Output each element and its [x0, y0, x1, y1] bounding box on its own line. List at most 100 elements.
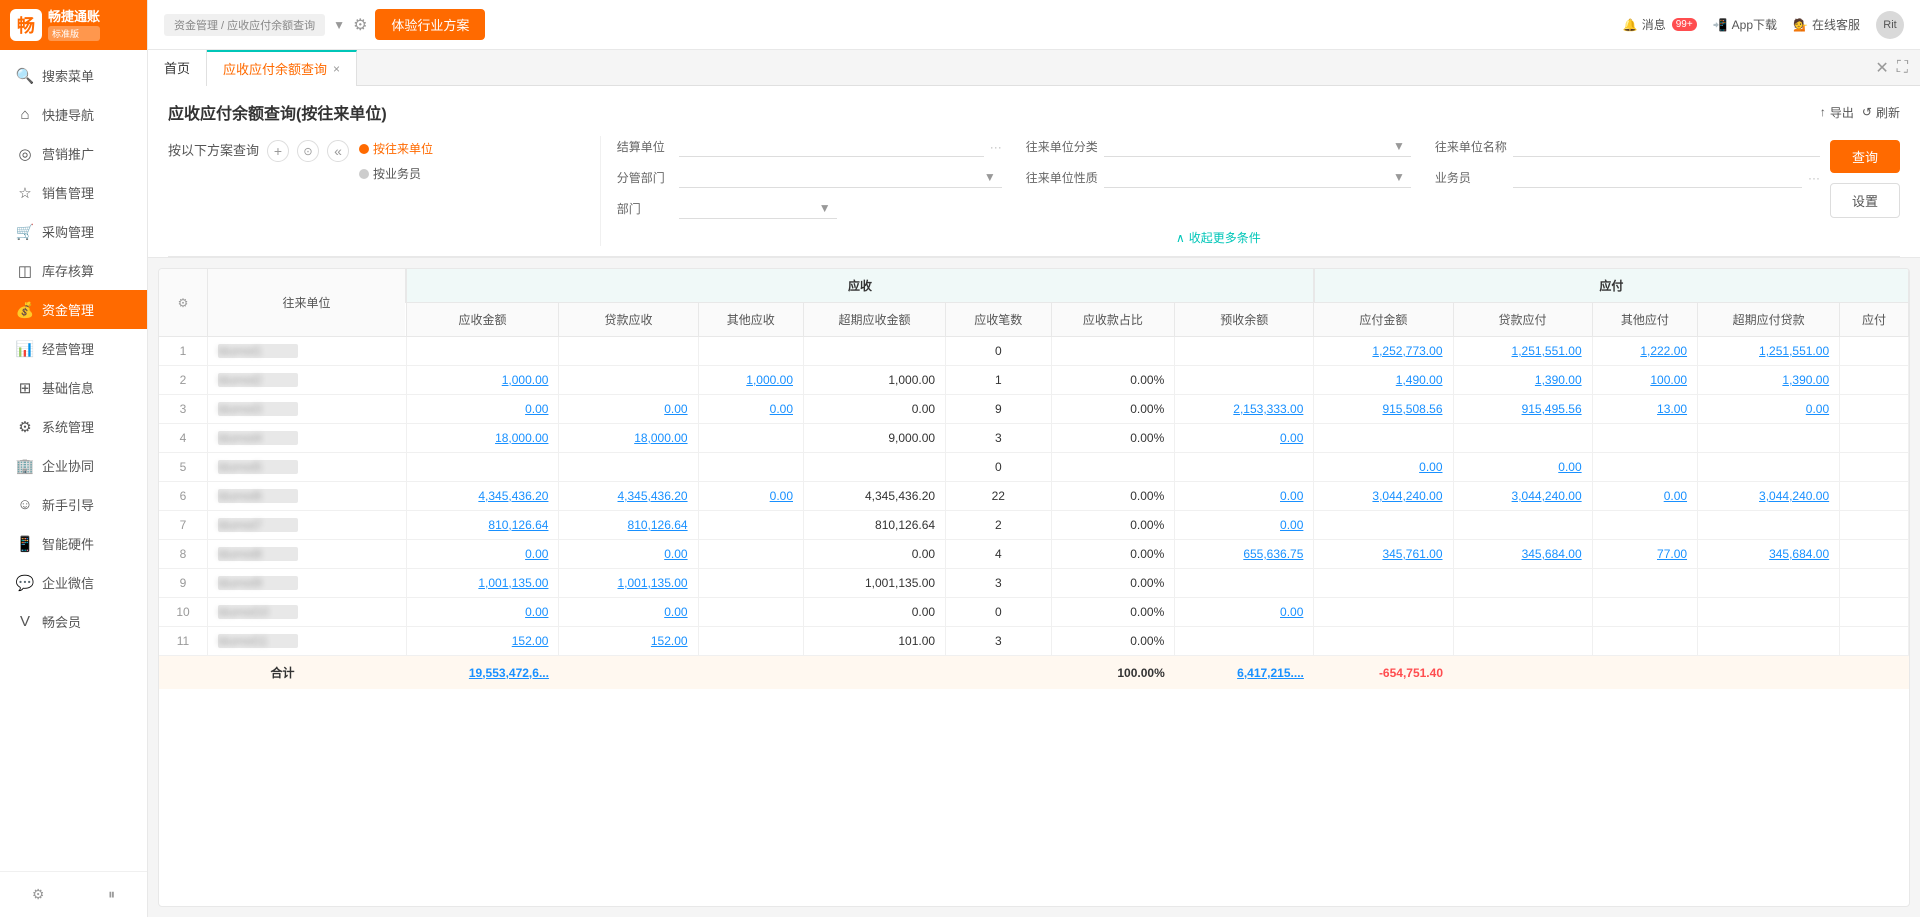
row-yingfu-je[interactable]: 345,761.00	[1314, 540, 1453, 569]
sidebar-item-inventory[interactable]: ◫ 库存核算	[0, 251, 147, 290]
table-settings-icon[interactable]: ⚙	[169, 289, 197, 317]
tab-expand-icon[interactable]: ⛶	[1897, 59, 1908, 77]
tab-query[interactable]: 应收应付余额查询 ×	[207, 50, 357, 86]
row-chaoqi-yf[interactable]: 1,390.00	[1698, 366, 1840, 395]
row-daikuan-yf[interactable]: 0.00	[1453, 453, 1592, 482]
row-bishu: 3	[946, 627, 1051, 656]
filter-more-btn[interactable]: «	[327, 140, 349, 162]
row-chaoqi-yf[interactable]: 3,044,240.00	[1698, 482, 1840, 511]
sidebar-item-wechat[interactable]: 💬 企业微信	[0, 563, 147, 602]
scheme-inactive-item[interactable]: 按业务员	[359, 161, 600, 186]
gear-icon[interactable]: ⚙	[353, 15, 367, 35]
row-qita-ys[interactable]: 0.00	[698, 395, 803, 424]
row-daikuan-ys[interactable]: 0.00	[559, 598, 698, 627]
row-daikuan-yf[interactable]: 915,495.56	[1453, 395, 1592, 424]
row-yingshou-je[interactable]: 18,000.00	[406, 424, 559, 453]
footer-daikuan-ys	[559, 656, 698, 690]
row-qita-ys[interactable]: 0.00	[698, 482, 803, 511]
sidebar-settings-btn[interactable]: ⚙	[24, 882, 53, 907]
sidebar-item-search[interactable]: 🔍 搜索菜单	[0, 56, 147, 95]
row-yingshou-je[interactable]: 0.00	[406, 395, 559, 424]
row-yingshou-je[interactable]: 1,000.00	[406, 366, 559, 395]
msg-btn[interactable]: 🔔 消息 99+	[1623, 16, 1697, 33]
row-yushou[interactable]: 0.00	[1175, 482, 1314, 511]
row-qita-yf[interactable]: 100.00	[1592, 366, 1697, 395]
tab-close-icon[interactable]: ×	[333, 62, 340, 76]
sidebar-item-guide[interactable]: ☺ 新手引导	[0, 485, 147, 524]
filter-scheme-btn[interactable]: ⊙	[297, 140, 319, 162]
app-download-btn[interactable]: 📲 App下载	[1713, 16, 1777, 33]
sidebar-item-finance[interactable]: 💰 资金管理	[0, 290, 147, 329]
sidebar-item-quick[interactable]: ⌂ 快捷导航	[0, 95, 147, 134]
row-yingfu-je[interactable]: 1,490.00	[1314, 366, 1453, 395]
row-daikuan-ys[interactable]: 152.00	[559, 627, 698, 656]
filter-add-btn[interactable]: +	[267, 140, 289, 162]
row-yingshou-je[interactable]: 4,345,436.20	[406, 482, 559, 511]
sidebar-item-operation[interactable]: 📊 经营管理	[0, 329, 147, 368]
setting-btn[interactable]: 设置	[1830, 183, 1900, 218]
row-daikuan-yf[interactable]: 3,044,240.00	[1453, 482, 1592, 511]
sidebar-item-system[interactable]: ⚙ 系统管理	[0, 407, 147, 446]
dots-yewuyuan[interactable]: ···	[1808, 171, 1820, 185]
service-btn[interactable]: 💁 在线客服	[1793, 16, 1860, 33]
input-wanglaiming[interactable]	[1513, 136, 1820, 157]
select-wanglaixingzhi[interactable]: ▼	[1104, 167, 1411, 188]
tab-close-window-icon[interactable]: ✕	[1875, 58, 1888, 78]
input-yewuyuan[interactable]	[1513, 167, 1802, 188]
query-btn[interactable]: 查询	[1830, 140, 1900, 173]
row-yushou[interactable]: 0.00	[1175, 598, 1314, 627]
sidebar-collapse-btn[interactable]: ⏸	[100, 882, 123, 907]
row-daikuan-ys[interactable]: 18,000.00	[559, 424, 698, 453]
row-yushou[interactable]: 0.00	[1175, 424, 1314, 453]
row-chaoqi-yf[interactable]: 1,251,551.00	[1698, 337, 1840, 366]
sidebar-item-purchase[interactable]: 🛒 采购管理	[0, 212, 147, 251]
select-wanglaifenlei[interactable]: ▼	[1104, 136, 1411, 157]
row-yingfu-je[interactable]: 915,508.56	[1314, 395, 1453, 424]
tab-home[interactable]: 首页	[148, 50, 207, 86]
row-qita-yf[interactable]: 77.00	[1592, 540, 1697, 569]
row-daikuan-yf[interactable]: 1,251,551.00	[1453, 337, 1592, 366]
row-qita-ys[interactable]: 1,000.00	[698, 366, 803, 395]
collapse-icon: ∧	[1176, 231, 1185, 245]
row-yushou[interactable]: 2,153,333.00	[1175, 395, 1314, 424]
row-yingfu-je[interactable]: 0.00	[1314, 453, 1453, 482]
row-daikuan-ys[interactable]: 0.00	[559, 540, 698, 569]
row-yushou[interactable]: 655,636.75	[1175, 540, 1314, 569]
row-yingshou-je[interactable]: 152.00	[406, 627, 559, 656]
row-daikuan-ys[interactable]: 810,126.64	[559, 511, 698, 540]
export-btn[interactable]: ↑ 导出	[1820, 104, 1854, 121]
sidebar-item-basic[interactable]: ⊞ 基础信息	[0, 368, 147, 407]
sidebar-item-sales[interactable]: ☆ 销售管理	[0, 173, 147, 212]
dots-jiesuandanwei[interactable]: ···	[990, 140, 1002, 154]
member-icon: V	[16, 613, 34, 631]
sidebar-item-member[interactable]: V 畅会员	[0, 602, 147, 641]
row-daikuan-ys[interactable]: 1,001,135.00	[559, 569, 698, 598]
row-daikuan-ys[interactable]: 4,345,436.20	[559, 482, 698, 511]
row-qita-yf[interactable]: 13.00	[1592, 395, 1697, 424]
select-bumen[interactable]: ▼	[679, 198, 837, 219]
row-yingfu-je[interactable]: 3,044,240.00	[1314, 482, 1453, 511]
select-fenguan[interactable]: ▼	[679, 167, 1002, 188]
row-yingshou-je[interactable]: 810,126.64	[406, 511, 559, 540]
sidebar-item-hardware[interactable]: 📱 智能硬件	[0, 524, 147, 563]
row-qita-yf[interactable]: 0.00	[1592, 482, 1697, 511]
row-yingfu-je[interactable]: 1,252,773.00	[1314, 337, 1453, 366]
row-daikuan-yf[interactable]: 1,390.00	[1453, 366, 1592, 395]
sidebar-item-marketing[interactable]: ◎ 营销推广	[0, 134, 147, 173]
row-daikuan-yf[interactable]: 345,684.00	[1453, 540, 1592, 569]
user-avatar[interactable]: Rit	[1876, 11, 1904, 39]
row-chaoqi-yf[interactable]: 0.00	[1698, 395, 1840, 424]
row-chaoqi-yf[interactable]: 345,684.00	[1698, 540, 1840, 569]
row-daikuan-ys[interactable]: 0.00	[559, 395, 698, 424]
scheme-active-item[interactable]: 按往来单位	[359, 136, 600, 161]
filter-collapse-btn[interactable]: ∧ 收起更多条件	[1176, 229, 1261, 246]
row-yushou[interactable]: 0.00	[1175, 511, 1314, 540]
refresh-btn[interactable]: ↺ 刷新	[1862, 104, 1900, 121]
input-jiesuandanwei[interactable]	[679, 136, 984, 157]
row-yingshou-je[interactable]: 0.00	[406, 540, 559, 569]
row-yingshou-je[interactable]: 0.00	[406, 598, 559, 627]
sidebar-item-corp[interactable]: 🏢 企业协同	[0, 446, 147, 485]
solution-btn[interactable]: 体验行业方案	[375, 9, 485, 40]
row-yingshou-je[interactable]: 1,001,135.00	[406, 569, 559, 598]
row-qita-yf[interactable]: 1,222.00	[1592, 337, 1697, 366]
